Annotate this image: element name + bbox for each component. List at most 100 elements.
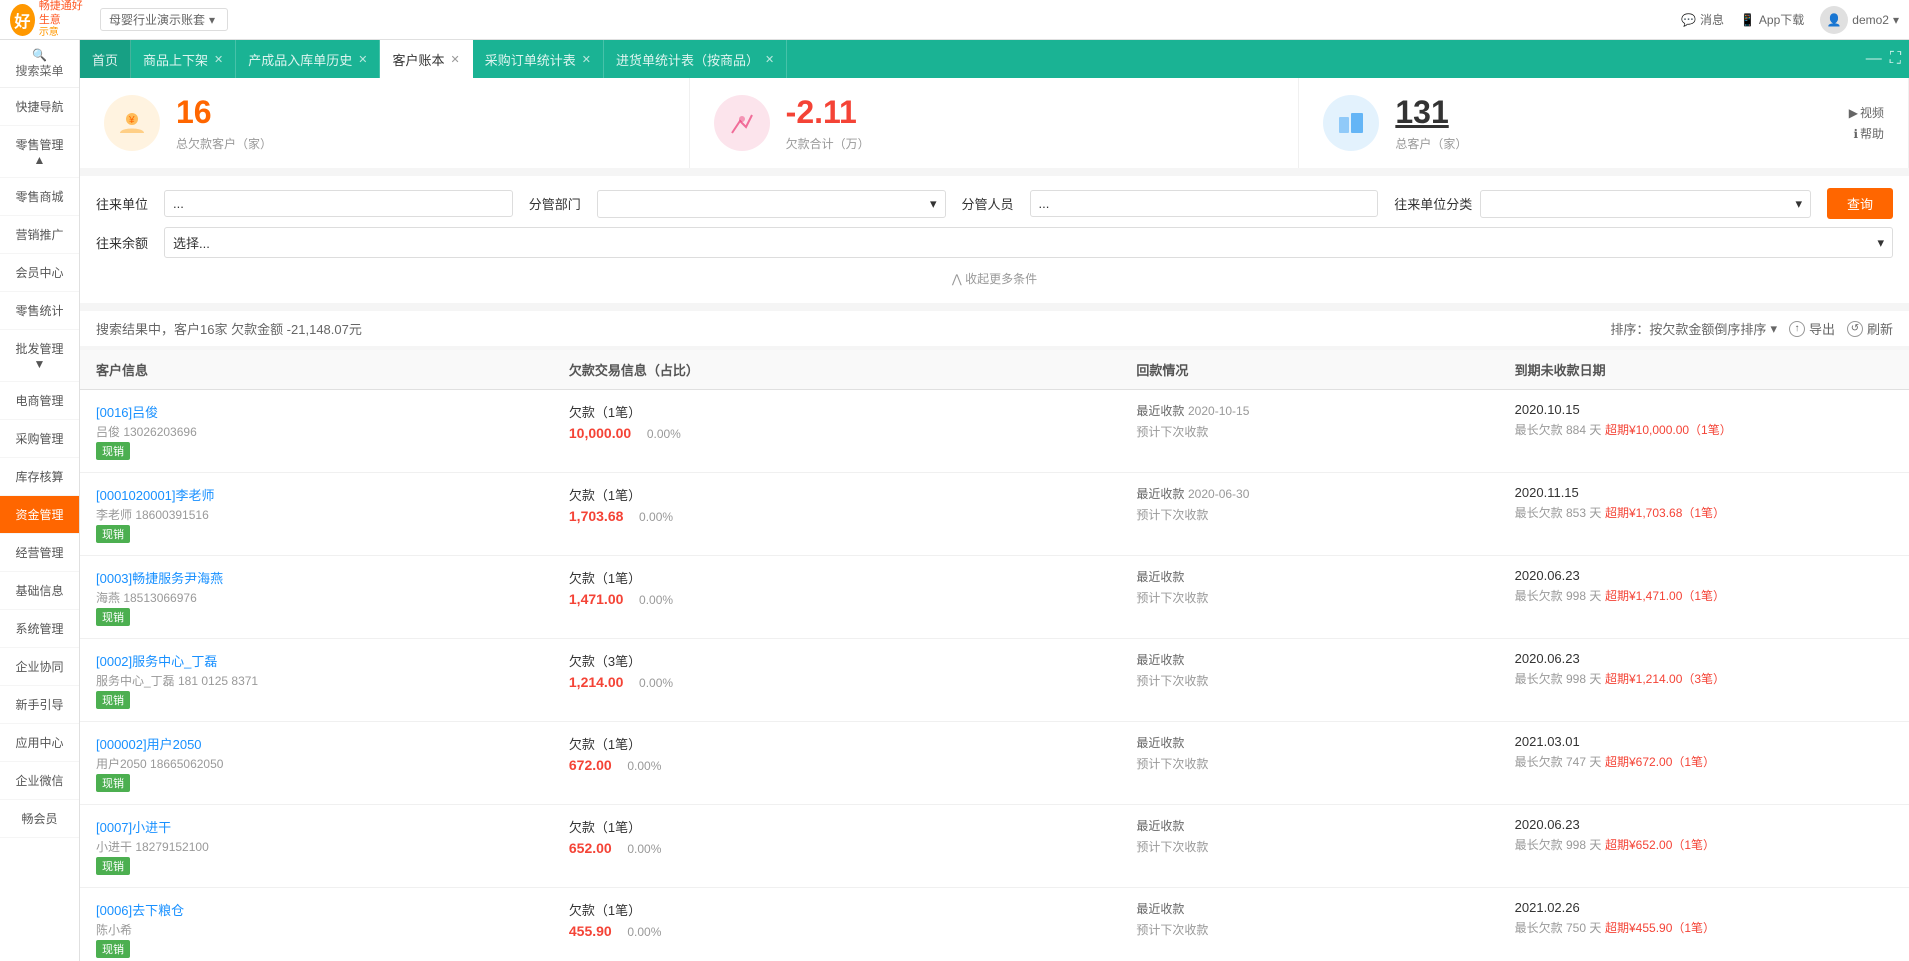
debt-amount-2[interactable]: 1,471.00	[569, 591, 624, 607]
video-icon: ▶	[1849, 106, 1858, 120]
debt-amount-6[interactable]: 455.90	[569, 923, 612, 939]
message-btn[interactable]: 💬 消息	[1681, 11, 1724, 28]
table-row: [0007]小进干 小进干 18279152100 现销 欠款（1笔） 652.…	[80, 805, 1909, 888]
debt-amount-3[interactable]: 1,214.00	[569, 674, 624, 690]
sidebar-item-purchase[interactable]: 采购管理	[0, 420, 79, 458]
sidebar-item-retail-mgmt[interactable]: 零售管理 ▲	[0, 126, 79, 178]
sidebar-item-app-center[interactable]: 应用中心	[0, 724, 79, 762]
tab-close-stock[interactable]: ✕	[765, 53, 774, 66]
sort-label: 排序：按欠款金额倒序排序	[1610, 319, 1766, 338]
tab-close-products[interactable]: ✕	[214, 53, 223, 66]
tab-close-production[interactable]: ✕	[358, 53, 367, 66]
due-info-4: 2021.03.01 最长欠款 747 天 超期¥672.00（1笔）	[1515, 734, 1893, 770]
stat-card-total-debt: -2.11 欠款合计（万）	[690, 78, 1300, 168]
debt-percent-5: 0.00%	[627, 842, 661, 856]
customer-phone-6: 陈小希	[96, 921, 569, 938]
help-btn[interactable]: ℹ 帮助	[1853, 125, 1884, 142]
sidebar-search[interactable]: 🔍 搜索菜单	[0, 40, 79, 88]
debt-amount-1[interactable]: 1,703.68	[569, 508, 624, 524]
main-area: 首页 商品上下架 ✕ 产成品入库单历史 ✕ 客户账本 ✕ 采购订单统计表 ✕ 进…	[80, 40, 1909, 961]
sort-btn[interactable]: 排序：按欠款金额倒序排序 ▾	[1610, 319, 1777, 338]
debt-amount-0[interactable]: 10,000.00	[569, 425, 631, 441]
customer-name-6[interactable]: [0006]去下粮仓	[96, 900, 569, 919]
overdue-amount-4[interactable]: 超期¥672.00（1笔）	[1605, 755, 1715, 769]
due-days-1: 最长欠款 853 天	[1515, 506, 1602, 520]
filter-select-category[interactable]: ▾	[1480, 190, 1811, 218]
customer-phone-3: 服务中心_丁磊 181 0125 8371	[96, 672, 569, 689]
app-icon: 📱	[1740, 13, 1755, 27]
tab-stock-stats[interactable]: 进货单统计表（按商品） ✕	[604, 40, 787, 78]
sidebar-item-tutorial[interactable]: 新手引导	[0, 686, 79, 724]
overdue-amount-5[interactable]: 超期¥652.00（1笔）	[1605, 838, 1715, 852]
tab-purchase-order[interactable]: 采购订单统计表 ✕	[473, 40, 604, 78]
help-icon: ℹ	[1853, 127, 1858, 141]
overdue-amount-2[interactable]: 超期¥1,471.00（1笔）	[1605, 589, 1725, 603]
tab-home[interactable]: 首页	[80, 40, 131, 78]
tab-minimize-icon[interactable]: —	[1866, 50, 1882, 68]
filter-label-person: 分管人员	[962, 194, 1022, 213]
overdue-amount-3[interactable]: 超期¥1,214.00（3笔）	[1605, 672, 1725, 686]
tab-close-customer[interactable]: ✕	[451, 53, 460, 66]
result-actions: 排序：按欠款金额倒序排序 ▾ ↑ 导出 ↺ 刷新	[1610, 319, 1893, 338]
sidebar-item-inventory[interactable]: 库存核算	[0, 458, 79, 496]
top-right: 💬 消息 📱 App下载 👤 demo2 ▾	[1681, 6, 1899, 34]
customer-name-1[interactable]: [0001020001]李老师	[96, 485, 569, 504]
filter-select-balance[interactable]: 选择... ▾	[164, 227, 1893, 258]
tab-expand-icon[interactable]: ⛶	[1890, 50, 1901, 68]
customer-name-3[interactable]: [0002]服务中心_丁磊	[96, 651, 569, 670]
sidebar-item-wholesale[interactable]: 批发管理 ▼	[0, 330, 79, 382]
filter-label-category: 往来单位分类	[1394, 194, 1472, 213]
debt-amount-5[interactable]: 652.00	[569, 840, 612, 856]
customer-name-0[interactable]: [0016]吕俊	[96, 402, 569, 421]
filter-input-supplier[interactable]: ...	[164, 190, 513, 217]
customer-name-2[interactable]: [0003]畅捷服务尹海燕	[96, 568, 569, 587]
return-info-4: 最近收款 预计下次收款	[1136, 734, 1514, 772]
message-icon: 💬	[1681, 13, 1696, 27]
collapse-more-btn[interactable]: ⋀ 收起更多条件	[96, 266, 1893, 291]
sidebar-item-ecommerce[interactable]: 电商管理	[0, 382, 79, 420]
return-label-1: 最近收款	[1136, 487, 1184, 501]
store-dropdown-icon: ▾	[209, 13, 215, 27]
store-name: 母婴行业演示账套	[109, 11, 205, 28]
sidebar-item-enterprise[interactable]: 企业协同	[0, 648, 79, 686]
search-button[interactable]: 查询	[1827, 188, 1893, 219]
export-btn[interactable]: ↑ 导出	[1789, 319, 1835, 338]
sidebar-item-member[interactable]: 会员中心	[0, 254, 79, 292]
tab-production[interactable]: 产成品入库单历史 ✕	[236, 40, 380, 78]
overdue-amount-1[interactable]: 超期¥1,703.68（1笔）	[1605, 506, 1725, 520]
filter-dept: 分管部门 ▾	[529, 190, 946, 218]
filter-input-person[interactable]: ...	[1030, 190, 1379, 217]
sidebar-item-basic-info[interactable]: 基础信息	[0, 572, 79, 610]
store-selector[interactable]: 母婴行业演示账套 ▾	[100, 8, 228, 31]
sidebar-item-system[interactable]: 系统管理	[0, 610, 79, 648]
filter-select-dept[interactable]: ▾	[597, 190, 946, 218]
sidebar-item-retail-shop[interactable]: 零售商城	[0, 178, 79, 216]
sidebar-item-member-vip[interactable]: 畅会员	[0, 800, 79, 838]
customer-name-5[interactable]: [0007]小进干	[96, 817, 569, 836]
app-download-btn[interactable]: 📱 App下载	[1740, 11, 1804, 28]
stat-number-total-debt: -2.11	[786, 94, 870, 131]
customer-name-4[interactable]: [000002]用户2050	[96, 734, 569, 753]
debt-percent-0: 0.00%	[647, 427, 681, 441]
customer-phone-4: 用户2050 18665062050	[96, 755, 569, 772]
sidebar-item-operation[interactable]: 经营管理	[0, 534, 79, 572]
sidebar-item-marketing[interactable]: 营销推广	[0, 216, 79, 254]
stats-bar: ¥ 16 总欠款客户（家）	[80, 78, 1909, 168]
sidebar-item-finance[interactable]: 资金管理	[0, 496, 79, 534]
sidebar-item-retail-stats[interactable]: 零售统计	[0, 292, 79, 330]
customer-info-0: [0016]吕俊 吕俊 13026203696 现销	[96, 402, 569, 460]
tab-customer-account[interactable]: 客户账本 ✕	[380, 40, 472, 78]
debt-amount-4[interactable]: 672.00	[569, 757, 612, 773]
sidebar-item-quick-nav[interactable]: 快捷导航	[0, 88, 79, 126]
sidebar-item-wechat[interactable]: 企业微信	[0, 762, 79, 800]
tab-close-purchase[interactable]: ✕	[582, 53, 591, 66]
overdue-amount-0[interactable]: 超期¥10,000.00（1笔）	[1605, 423, 1732, 437]
user-menu-btn[interactable]: 👤 demo2 ▾	[1820, 6, 1899, 34]
video-btn[interactable]: ▶ 视频	[1849, 104, 1884, 121]
overdue-amount-6[interactable]: 超期¥455.90（1笔）	[1605, 921, 1715, 935]
customer-tag-4: 现销	[96, 774, 130, 792]
tab-products[interactable]: 商品上下架 ✕	[131, 40, 236, 78]
refresh-btn[interactable]: ↺ 刷新	[1847, 319, 1893, 338]
return-info-2: 最近收款 预计下次收款	[1136, 568, 1514, 606]
filter-row-1: 往来单位 ... 分管部门 ▾ 分管人员	[96, 188, 1893, 219]
